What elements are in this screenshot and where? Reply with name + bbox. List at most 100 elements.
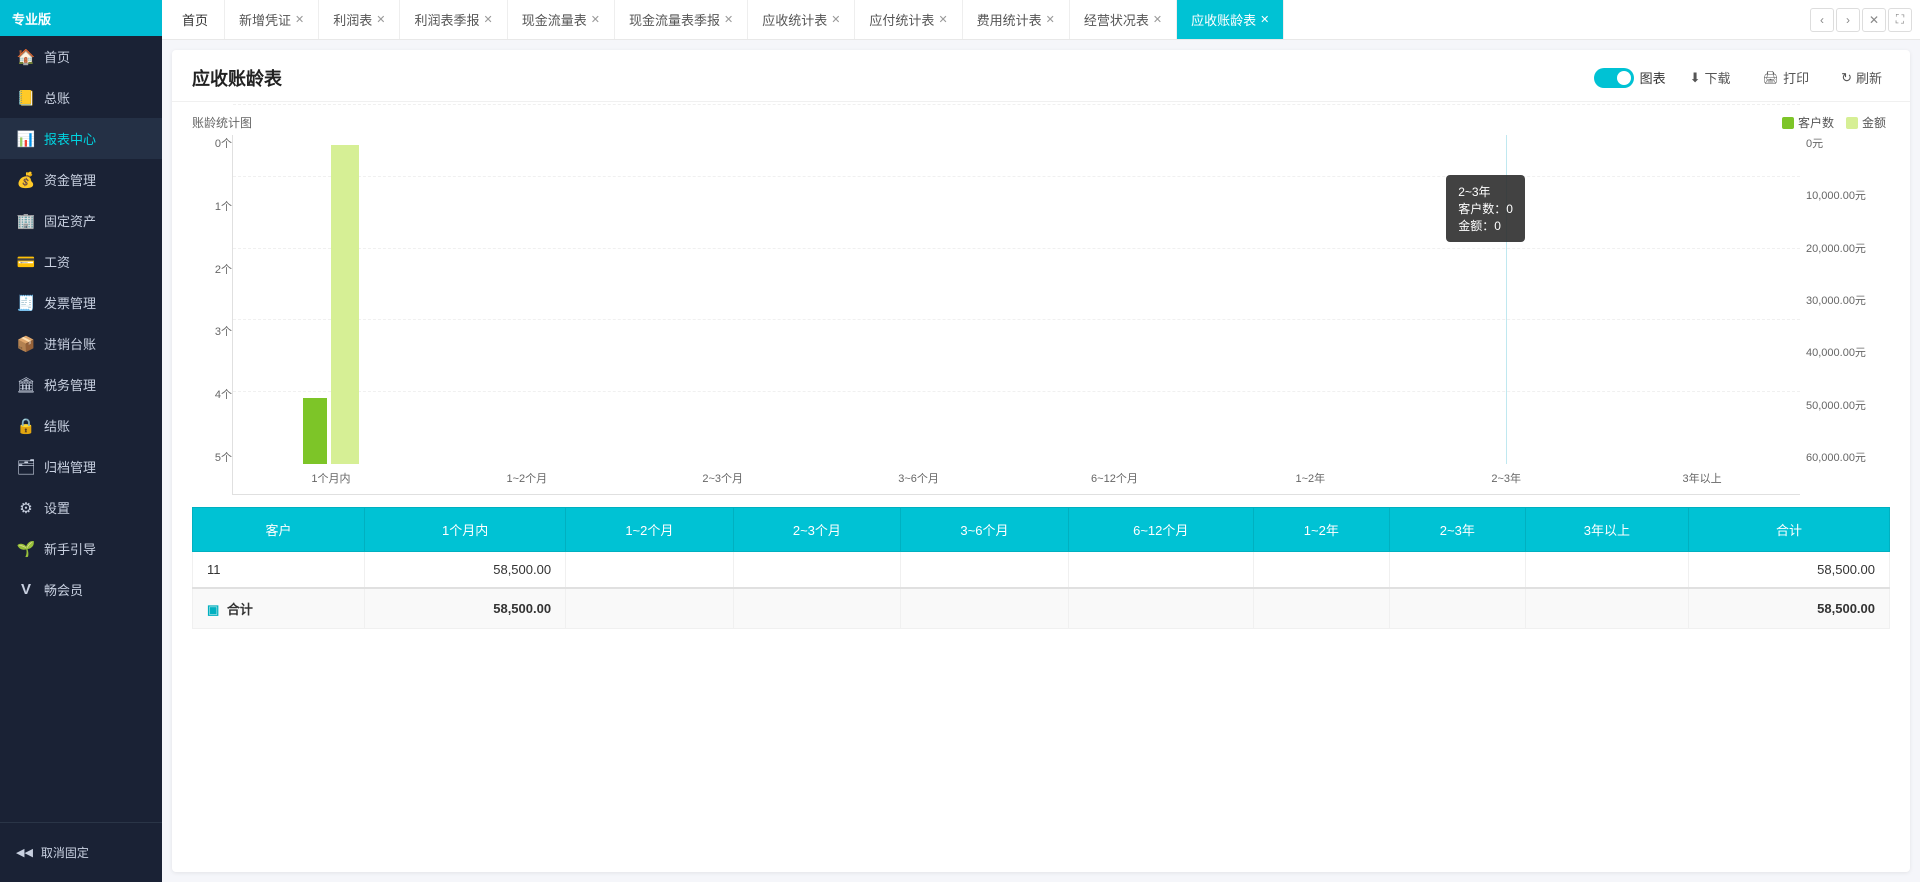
- tab-operation[interactable]: 经营状况表 ✕: [1070, 0, 1177, 40]
- report-icon: 📊: [16, 130, 36, 148]
- tab-operation-close[interactable]: ✕: [1153, 13, 1162, 26]
- tab-operation-label: 经营状况表: [1084, 10, 1149, 29]
- sidebar-item-label: 畅会员: [44, 580, 83, 599]
- pin-label: 取消固定: [41, 844, 89, 861]
- content-header: 应收账龄表 图表 ⬇ 下载 🖨 打印 ↻ 刷新: [172, 50, 1910, 102]
- bar-group-4: [1017, 135, 1213, 464]
- sidebar-item-invoice[interactable]: 🧾 发票管理: [0, 282, 162, 323]
- sidebar-logo: 专业版: [0, 0, 162, 36]
- assets-icon: 🏢: [16, 212, 36, 230]
- tab-profit[interactable]: 利润表 ✕: [319, 0, 400, 40]
- print-button[interactable]: 🖨 打印: [1755, 64, 1818, 91]
- legend-customer-label: 客户数: [1798, 114, 1834, 131]
- cell-y23: [1389, 552, 1525, 589]
- tab-expense-label: 费用统计表: [977, 10, 1042, 29]
- col-y3: 3年以上: [1525, 508, 1688, 552]
- salary-icon: 💳: [16, 253, 36, 271]
- sidebar-item-label: 首页: [44, 47, 70, 66]
- tab-ap-stat[interactable]: 应付统计表 ✕: [855, 0, 962, 40]
- tab-voucher[interactable]: 新增凭证 ✕: [225, 0, 319, 40]
- col-y23: 2~3年: [1389, 508, 1525, 552]
- total-total: 58,500.00: [1688, 588, 1889, 629]
- tab-profit-quarter[interactable]: 利润表季报 ✕: [400, 0, 507, 40]
- home-icon: 🏠: [16, 48, 36, 66]
- sidebar-item-guide[interactable]: 🌱 新手引导: [0, 528, 162, 569]
- chart-toggle-wrap: 图表: [1594, 68, 1666, 88]
- tab-scroll-left[interactable]: ‹: [1810, 8, 1834, 32]
- bar-group-3: [821, 135, 1017, 464]
- tab-ar-stat[interactable]: 应收统计表 ✕: [748, 0, 855, 40]
- tab-nav-buttons: ‹ › ✕ ⛶: [1810, 8, 1916, 32]
- download-button[interactable]: ⬇ 下载: [1682, 64, 1739, 91]
- tab-profit-close[interactable]: ✕: [376, 13, 385, 26]
- sidebar-item-salary[interactable]: 💳 工资: [0, 241, 162, 282]
- tab-close-all[interactable]: ✕: [1862, 8, 1886, 32]
- chart-highlight-line: [1506, 135, 1507, 464]
- sidebar-item-member[interactable]: V 畅会员: [0, 569, 162, 610]
- refresh-button[interactable]: ↻ 刷新: [1833, 64, 1890, 91]
- sidebar-item-label: 设置: [44, 498, 70, 517]
- sidebar-item-label: 税务管理: [44, 375, 96, 394]
- sidebar-item-archive[interactable]: 🗂 归档管理: [0, 446, 162, 487]
- tab-ap-stat-label: 应付统计表: [869, 10, 934, 29]
- tab-fullscreen[interactable]: ⛶: [1888, 8, 1912, 32]
- total-m23: [733, 588, 901, 629]
- fund-icon: 💰: [16, 171, 36, 189]
- sidebar-item-assets[interactable]: 🏢 固定资产: [0, 200, 162, 241]
- col-m612: 6~12个月: [1068, 508, 1253, 552]
- tab-cashflow-quarter[interactable]: 现金流量表季报 ✕: [615, 0, 748, 40]
- sidebar-item-label: 发票管理: [44, 293, 96, 312]
- cell-m12: [566, 552, 734, 589]
- tab-ar-aging-close[interactable]: ✕: [1260, 13, 1269, 26]
- bar-amount-0: [331, 145, 359, 464]
- bar-customer-0: [303, 398, 327, 464]
- col-m36: 3~6个月: [901, 508, 1069, 552]
- tab-ar-stat-close[interactable]: ✕: [831, 13, 840, 26]
- member-icon: V: [16, 581, 36, 598]
- sidebar-item-label: 进销台账: [44, 334, 96, 353]
- tab-profit-label: 利润表: [333, 10, 372, 29]
- tab-cashflow-quarter-close[interactable]: ✕: [724, 13, 733, 26]
- bars-row: [233, 135, 1800, 464]
- cell-y3: [1525, 552, 1688, 589]
- settings-icon: ⚙: [16, 499, 36, 517]
- tab-voucher-close[interactable]: ✕: [295, 13, 304, 26]
- sidebar-item-home[interactable]: 🏠 首页: [0, 36, 162, 77]
- sidebar-item-ledger[interactable]: 📒 总账: [0, 77, 162, 118]
- total-y23: [1389, 588, 1525, 629]
- tab-ar-stat-label: 应收统计表: [762, 10, 827, 29]
- tab-expense[interactable]: 费用统计表 ✕: [963, 0, 1070, 40]
- table-section: 客户 1个月内 1~2个月 2~3个月 3~6个月 6~12个月 1~2年 2~…: [172, 507, 1910, 872]
- tab-profit-quarter-close[interactable]: ✕: [484, 13, 493, 26]
- sidebar-item-report[interactable]: 📊 报表中心: [0, 118, 162, 159]
- sidebar-item-settings[interactable]: ⚙ 设置: [0, 487, 162, 528]
- tab-home[interactable]: 首页: [166, 0, 225, 40]
- tax-icon: 🏛: [16, 376, 36, 394]
- legend-customer-dot: [1782, 117, 1794, 129]
- sidebar-item-close[interactable]: 🔒 结账: [0, 405, 162, 446]
- sidebar-item-fund[interactable]: 💰 资金管理: [0, 159, 162, 200]
- sidebar-item-tax[interactable]: 🏛 税务管理: [0, 364, 162, 405]
- col-m23: 2~3个月: [733, 508, 901, 552]
- print-icon: 🖨: [1763, 70, 1780, 86]
- tab-ar-aging[interactable]: 应收账龄表 ✕: [1177, 0, 1284, 40]
- sidebar-item-label: 报表中心: [44, 129, 96, 148]
- bar-group-7: [1604, 135, 1800, 464]
- tab-profit-quarter-label: 利润表季报: [414, 10, 479, 29]
- tab-cashflow[interactable]: 现金流量表 ✕: [508, 0, 615, 40]
- tab-ap-stat-close[interactable]: ✕: [938, 13, 947, 26]
- sidebar-item-label: 工资: [44, 252, 70, 271]
- tab-expense-close[interactable]: ✕: [1046, 13, 1055, 26]
- sidebar-toggle-pin[interactable]: ◀◀ 取消固定: [0, 833, 162, 872]
- tab-cashflow-close[interactable]: ✕: [591, 13, 600, 26]
- stock-icon: 📦: [16, 335, 36, 353]
- chart-toggle[interactable]: [1594, 68, 1634, 88]
- sidebar-item-stock[interactable]: 📦 进销台账: [0, 323, 162, 364]
- total-m36: [901, 588, 1069, 629]
- refresh-icon: ↻: [1841, 70, 1852, 86]
- page-title: 应收账龄表: [192, 65, 1594, 91]
- sidebar-item-label: 总账: [44, 88, 70, 107]
- cell-m1: 58,500.00: [365, 552, 566, 589]
- tab-scroll-right[interactable]: ›: [1836, 8, 1860, 32]
- main-area: 首页 新增凭证 ✕ 利润表 ✕ 利润表季报 ✕ 现金流量表 ✕ 现金流量表季报 …: [162, 0, 1920, 882]
